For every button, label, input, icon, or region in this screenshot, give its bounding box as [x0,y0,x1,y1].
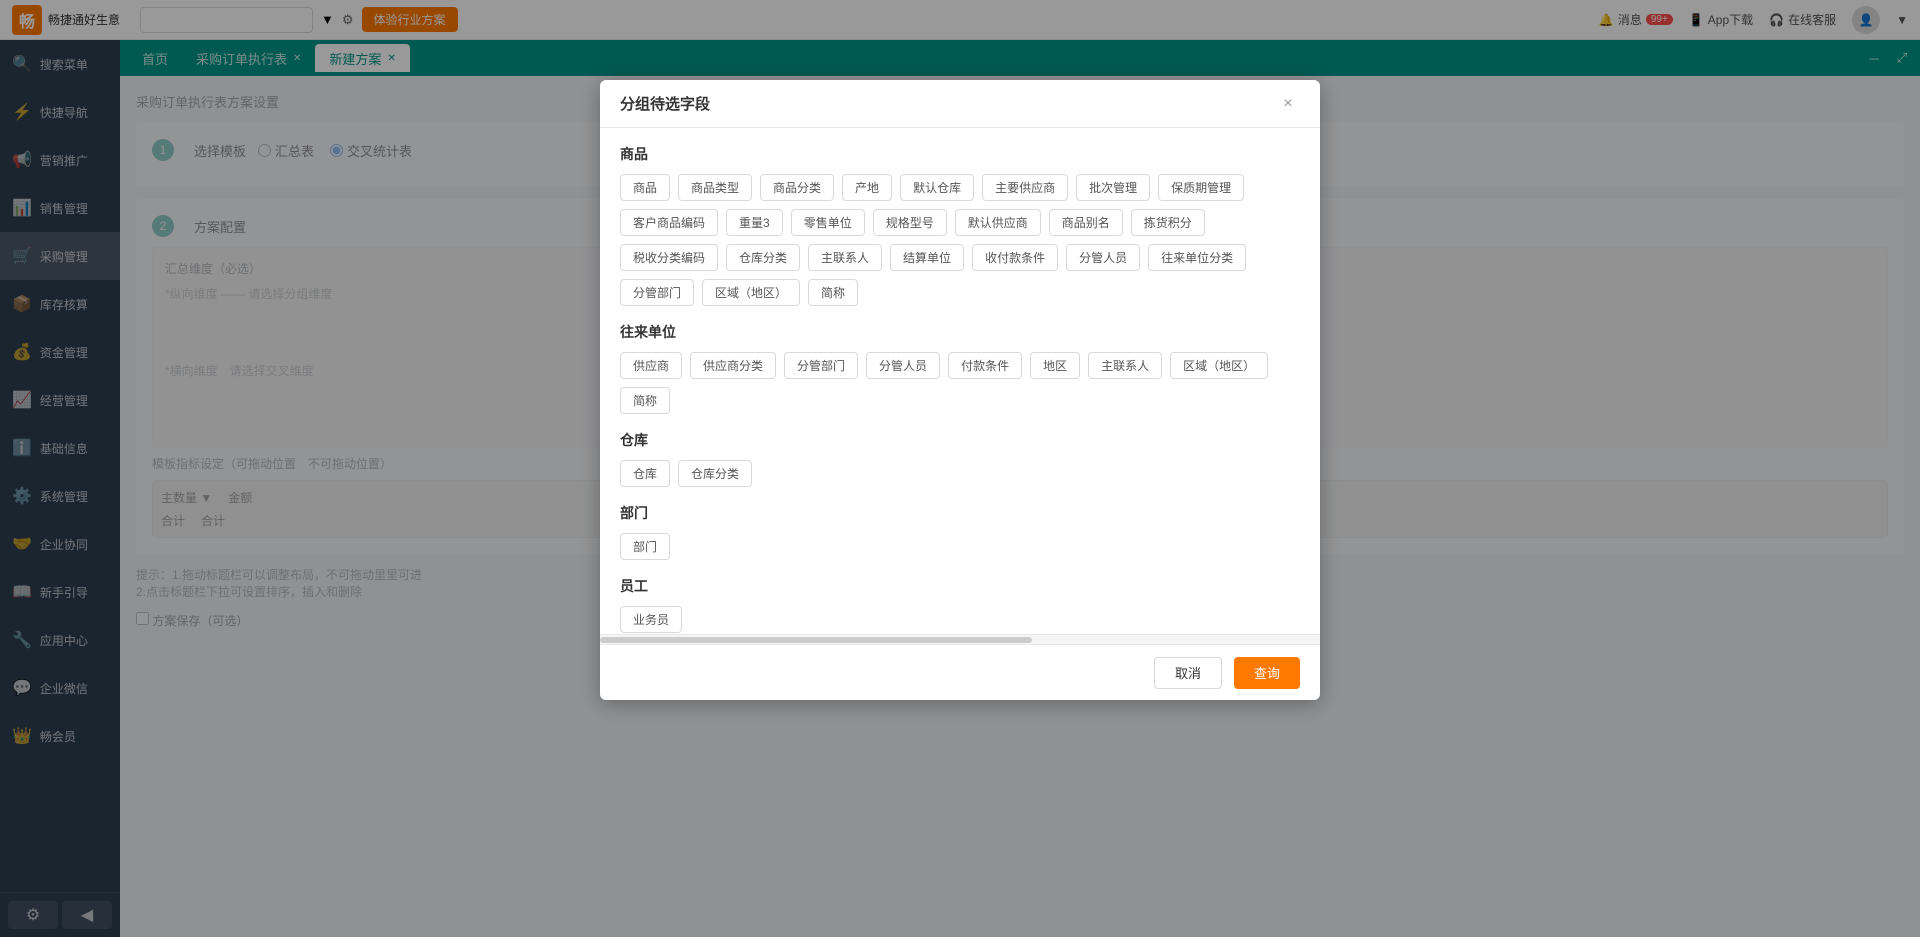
partners-tags: 供应商 供应商分类 分管部门 分管人员 付款条件 地区 主联系人 区域（地区） … [620,352,1300,414]
tag-product-alias[interactable]: 商品别名 [1049,209,1123,236]
tag-short-name[interactable]: 简称 [808,279,858,306]
warehouse-tags: 仓库 仓库分类 [620,460,1300,487]
tag-payment-terms[interactable]: 收付款条件 [972,244,1058,271]
tag-supplier[interactable]: 供应商 [620,352,682,379]
tag-product[interactable]: 商品 [620,174,670,201]
modal-body[interactable]: 商品 商品 商品类型 商品分类 产地 默认仓库 主要供应商 批次管理 保质期管理… [600,128,1320,634]
employee-tags: 业务员 [620,606,1300,633]
tag-dept-mgr[interactable]: 分管部门 [620,279,694,306]
tag-weight3[interactable]: 重量3 [726,209,783,236]
modal-dialog: 分组待选字段 × 商品 商品 商品类型 商品分类 产地 默认仓库 主要供应商 批… [600,80,1320,700]
tag-manager2[interactable]: 分管人员 [866,352,940,379]
section-title-employee: 员工 [620,576,1300,596]
tag-product-type[interactable]: 商品类型 [678,174,752,201]
tag-shelf-life[interactable]: 保质期管理 [1158,174,1244,201]
close-icon[interactable]: × [1276,92,1300,116]
tag-retail-unit[interactable]: 零售单位 [791,209,865,236]
modal-overlay: 分组待选字段 × 商品 商品 商品类型 商品分类 产地 默认仓库 主要供应商 批… [0,0,1920,937]
tag-customer-code[interactable]: 客户商品编码 [620,209,718,236]
tag-salesman[interactable]: 业务员 [620,606,682,633]
tag-main-contact2[interactable]: 主联系人 [1088,352,1162,379]
tag-main-supplier[interactable]: 主要供应商 [982,174,1068,201]
modal-footer: 取消 查询 [600,644,1320,700]
tag-warehouse-category[interactable]: 仓库分类 [726,244,800,271]
section-department: 部门 部门 [620,503,1300,560]
section-title-warehouse: 仓库 [620,430,1300,450]
tag-region2[interactable]: 区域（地区） [1170,352,1268,379]
products-tags: 商品 商品类型 商品分类 产地 默认仓库 主要供应商 批次管理 保质期管理 客户… [620,174,1300,306]
tag-warehouse[interactable]: 仓库 [620,460,670,487]
section-warehouse: 仓库 仓库 仓库分类 [620,430,1300,487]
tag-batch-mgmt[interactable]: 批次管理 [1076,174,1150,201]
tag-area[interactable]: 地区 [1030,352,1080,379]
confirm-button[interactable]: 查询 [1234,657,1300,689]
section-title-department: 部门 [620,503,1300,523]
tag-product-category[interactable]: 商品分类 [760,174,834,201]
tag-tax-code[interactable]: 税收分类编码 [620,244,718,271]
department-tags: 部门 [620,533,1300,560]
cancel-button[interactable]: 取消 [1154,657,1222,689]
modal-header: 分组待选字段 × [600,80,1320,128]
tag-manager[interactable]: 分管人员 [1066,244,1140,271]
tag-warehouse-cat[interactable]: 仓库分类 [678,460,752,487]
tag-main-contact[interactable]: 主联系人 [808,244,882,271]
tag-dept-mgr2[interactable]: 分管部门 [784,352,858,379]
tag-supplier-category[interactable]: 供应商分类 [690,352,776,379]
section-title-products: 商品 [620,144,1300,164]
section-title-partners: 往来单位 [620,322,1300,342]
tag-partner-category[interactable]: 往来单位分类 [1148,244,1246,271]
modal-title: 分组待选字段 [620,93,710,114]
tag-default-warehouse[interactable]: 默认仓库 [900,174,974,201]
section-employee: 员工 业务员 [620,576,1300,633]
tag-default-supplier[interactable]: 默认供应商 [955,209,1041,236]
tag-payment-condition[interactable]: 付款条件 [948,352,1022,379]
tag-region[interactable]: 区域（地区） [702,279,800,306]
tag-origin[interactable]: 产地 [842,174,892,201]
modal-hscroll [600,634,1320,644]
hscroll-thumb [600,637,1032,643]
section-partners: 往来单位 供应商 供应商分类 分管部门 分管人员 付款条件 地区 主联系人 区域… [620,322,1300,414]
tag-department[interactable]: 部门 [620,533,670,560]
tag-short-name2[interactable]: 简称 [620,387,670,414]
tag-settlement-unit[interactable]: 结算单位 [890,244,964,271]
section-products: 商品 商品 商品类型 商品分类 产地 默认仓库 主要供应商 批次管理 保质期管理… [620,144,1300,306]
tag-spec-model[interactable]: 规格型号 [873,209,947,236]
tag-pick-points[interactable]: 拣货积分 [1131,209,1205,236]
